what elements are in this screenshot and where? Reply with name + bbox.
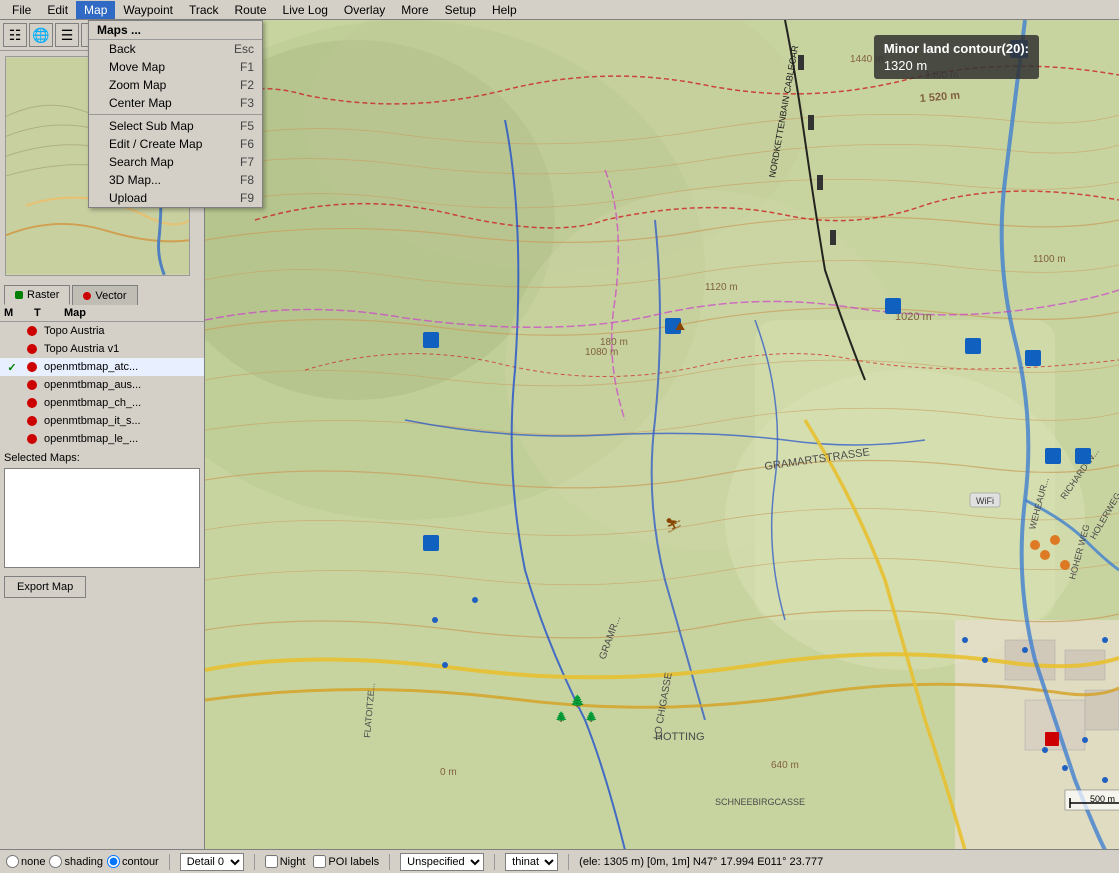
- vector-icon: [83, 292, 91, 300]
- menu-search-map[interactable]: Search Map F7: [89, 153, 262, 171]
- menu-3d-map[interactable]: 3D Map... F8: [89, 171, 262, 189]
- list-item[interactable]: ✓ openmtbmap_atc...: [0, 358, 204, 376]
- menu-back[interactable]: Back Esc: [89, 40, 262, 58]
- menu-overlay[interactable]: Overlay: [336, 1, 393, 19]
- maps-dropdown: Maps ... Back Esc Move Map F1 Zoom Map F…: [88, 20, 263, 208]
- menu-waypoint[interactable]: Waypoint: [115, 1, 181, 19]
- svg-text:1120 m: 1120 m: [705, 282, 738, 293]
- map-check-3: ✓: [4, 359, 20, 375]
- list-item[interactable]: Topo Austria v1: [0, 340, 204, 358]
- map-check-5: [4, 395, 20, 411]
- svg-text:SCHNEEBIRGCASSE: SCHNEEBIRGCASSE: [715, 797, 805, 807]
- toolbar-globe-btn[interactable]: 🌐: [29, 23, 53, 47]
- menu-file[interactable]: File: [4, 1, 39, 19]
- svg-text:🌲: 🌲: [570, 694, 585, 708]
- menu-map[interactable]: Map: [76, 1, 115, 19]
- sep-5: [568, 854, 569, 870]
- toolbar-layers-btn[interactable]: ☰: [55, 23, 79, 47]
- svg-text:0 m: 0 m: [440, 767, 457, 778]
- terrain-mode-group: none shading contour: [6, 855, 159, 868]
- user-select[interactable]: thinat: [505, 853, 558, 871]
- radio-contour[interactable]: contour: [107, 855, 159, 868]
- svg-text:WiFi: WiFi: [976, 496, 994, 506]
- raster-icon: [15, 291, 23, 299]
- sep-3: [389, 854, 390, 870]
- map-icon-4: [24, 377, 40, 393]
- sep-1: [169, 854, 170, 870]
- tooltip-title: Minor land contour(20):: [884, 41, 1029, 56]
- svg-text:500 m: 500 m: [1090, 794, 1115, 804]
- menu-more[interactable]: More: [393, 1, 436, 19]
- tooltip-value: 1320 m: [884, 58, 1029, 73]
- menu-livelog[interactable]: Live Log: [275, 1, 336, 19]
- map-icon-7: [24, 431, 40, 447]
- selected-maps-label: Selected Maps:: [0, 448, 204, 468]
- map-icon-3: [24, 359, 40, 375]
- menu-setup[interactable]: Setup: [437, 1, 484, 19]
- radio-shading[interactable]: shading: [49, 855, 103, 868]
- statusbar: none shading contour Detail 0Detail 1Det…: [0, 849, 1119, 873]
- layer-tabs: Raster Vector: [0, 281, 204, 305]
- svg-text:1080 m: 1080 m: [585, 347, 618, 358]
- svg-text:🌲: 🌲: [585, 710, 597, 723]
- dropdown-title: Maps ...: [89, 21, 262, 40]
- map-icon-6: [24, 413, 40, 429]
- svg-text:⛷: ⛷: [665, 517, 683, 533]
- tab-raster[interactable]: Raster: [4, 285, 70, 305]
- menu-center-map[interactable]: Center Map F3: [89, 94, 262, 112]
- map-check-4: [4, 377, 20, 393]
- map-tooltip: Minor land contour(20): 1320 m: [874, 35, 1039, 79]
- export-map-button[interactable]: Export Map: [4, 576, 86, 598]
- topo-map: 1 520 m 1440 m 1460 m 1160 m 1100 m 1120…: [205, 20, 1119, 850]
- map-check-7: [4, 431, 20, 447]
- list-item[interactable]: openmtbmap_aus...: [0, 376, 204, 394]
- map-check-2: [4, 341, 20, 357]
- map-check-1: [4, 323, 20, 339]
- menu-edit[interactable]: Edit: [39, 1, 76, 19]
- menu-help[interactable]: Help: [484, 1, 525, 19]
- menu-track[interactable]: Track: [181, 1, 227, 19]
- map-icon-2: [24, 341, 40, 357]
- list-item[interactable]: Topo Austria: [0, 322, 204, 340]
- detail-select[interactable]: Detail 0Detail 1Detail 2: [180, 853, 244, 871]
- svg-text:640 m: 640 m: [771, 760, 799, 771]
- menu-select-sub-map[interactable]: Select Sub Map F5: [89, 117, 262, 135]
- coordinates-text: (ele: 1305 m) [0m, 1m] N47° 17.994 E011°…: [579, 856, 823, 868]
- map-icon-1: [24, 323, 40, 339]
- list-item[interactable]: openmtbmap_le_...: [0, 430, 204, 448]
- menu-edit-create-map[interactable]: Edit / Create Map F6: [89, 135, 262, 153]
- menu-route[interactable]: Route: [227, 1, 275, 19]
- svg-text:⛰: ⛰: [675, 319, 685, 333]
- menubar: File Edit Map Waypoint Track Route Live …: [0, 0, 1119, 20]
- menu-upload[interactable]: Upload F9: [89, 189, 262, 207]
- unspecified-select[interactable]: Unspecified: [400, 853, 484, 871]
- night-checkbox[interactable]: Night: [265, 855, 306, 868]
- tab-vector[interactable]: Vector: [72, 285, 137, 305]
- radio-none[interactable]: none: [6, 855, 45, 868]
- poi-labels-checkbox[interactable]: POI labels: [313, 855, 379, 868]
- list-item[interactable]: openmtbmap_it_s...: [0, 412, 204, 430]
- map-list: Topo Austria Topo Austria v1 ✓ openmtbma…: [0, 322, 204, 448]
- separator-1: [89, 114, 262, 115]
- map-icon-5: [24, 395, 40, 411]
- sep-4: [494, 854, 495, 870]
- menu-zoom-map[interactable]: Zoom Map F2: [89, 76, 262, 94]
- list-item[interactable]: openmtbmap_ch_...: [0, 394, 204, 412]
- svg-text:1100 m: 1100 m: [1033, 254, 1066, 265]
- svg-text:🌲: 🌲: [555, 710, 567, 723]
- map-list-header: M T Map: [0, 305, 204, 322]
- svg-text:180 m: 180 m: [600, 337, 628, 348]
- map-area[interactable]: 1 520 m 1440 m 1460 m 1160 m 1100 m 1120…: [205, 20, 1119, 850]
- selected-maps-box: [4, 468, 200, 568]
- sep-2: [254, 854, 255, 870]
- map-check-6: [4, 413, 20, 429]
- menu-move-map[interactable]: Move Map F1: [89, 58, 262, 76]
- toolbar-grid-btn[interactable]: ☷: [3, 23, 27, 47]
